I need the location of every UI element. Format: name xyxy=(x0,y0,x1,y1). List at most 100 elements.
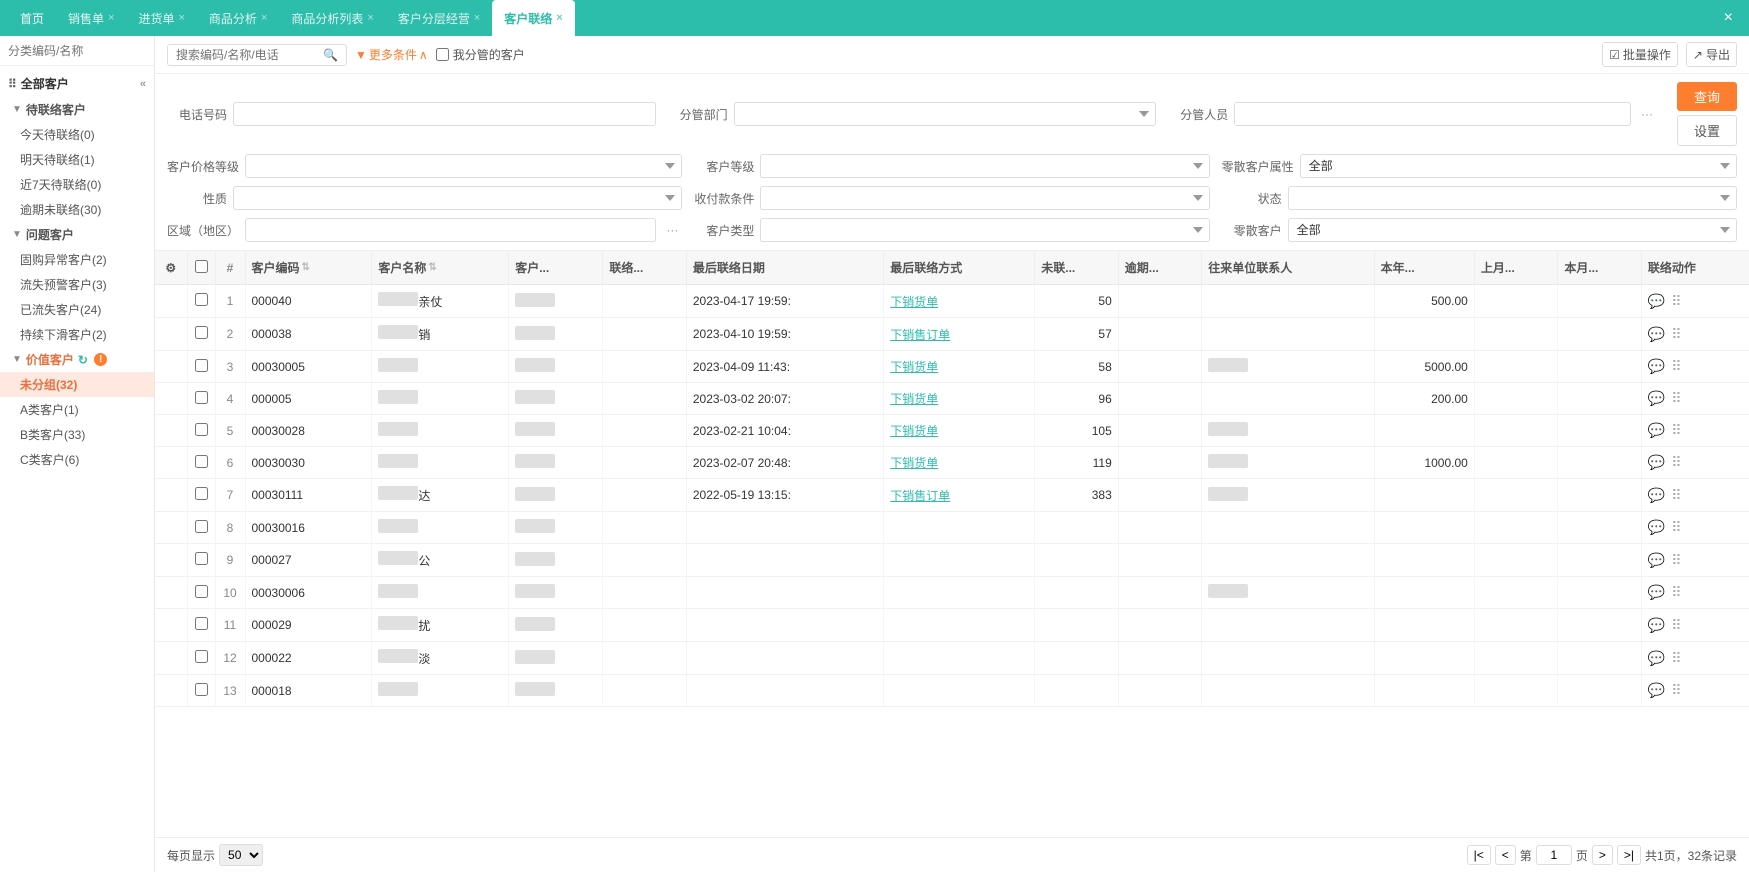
last-method-link[interactable]: 下销货单 xyxy=(890,424,938,438)
sidebar-item-abnormal[interactable]: 固购异常客户(2) xyxy=(0,247,154,272)
sidebar-item-unclassified[interactable]: 未分组(32) xyxy=(0,372,154,397)
last-page-btn[interactable]: >| xyxy=(1617,845,1641,865)
row-checkbox[interactable] xyxy=(195,552,208,565)
more-action-icon[interactable]: ⠿ xyxy=(1671,650,1681,667)
manager-input[interactable] xyxy=(1234,102,1631,126)
row-checkbox-cell[interactable] xyxy=(187,675,215,707)
last-method-link[interactable]: 下销售订单 xyxy=(890,328,950,342)
chat-action-icon[interactable]: 💬 xyxy=(1648,390,1665,407)
price-level-select[interactable] xyxy=(245,154,682,178)
last-method-link[interactable]: 下销货单 xyxy=(890,295,938,309)
col-this-year[interactable]: 本年... xyxy=(1374,251,1474,285)
close-sales-tab[interactable]: × xyxy=(108,12,114,24)
row-checkbox[interactable] xyxy=(195,391,208,404)
row-checkbox[interactable] xyxy=(195,326,208,339)
more-action-icon[interactable]: ⠿ xyxy=(1671,326,1681,343)
dept-select[interactable] xyxy=(734,102,1157,126)
last-method-link[interactable]: 下销货单 xyxy=(890,392,938,406)
row-checkbox[interactable] xyxy=(195,423,208,436)
row-checkbox-cell[interactable] xyxy=(187,415,215,447)
page-input[interactable] xyxy=(1536,845,1572,865)
row-checkbox-cell[interactable] xyxy=(187,318,215,351)
row-checkbox[interactable] xyxy=(195,650,208,663)
main-search-icon[interactable]: 🔍 xyxy=(323,48,338,62)
row-checkbox-cell[interactable] xyxy=(187,642,215,675)
row-checkbox-cell[interactable] xyxy=(187,351,215,383)
more-action-icon[interactable]: ⠿ xyxy=(1671,422,1681,439)
col-this-month[interactable]: 本月... xyxy=(1558,251,1642,285)
last-method-link[interactable]: 下销售订单 xyxy=(890,489,950,503)
chat-action-icon[interactable]: 💬 xyxy=(1648,454,1665,471)
last-method-link[interactable]: 下销货单 xyxy=(890,456,938,470)
tab-product-analysis[interactable]: 商品分析 × xyxy=(197,0,279,36)
row-checkbox-cell[interactable] xyxy=(187,479,215,512)
chat-action-icon[interactable]: 💬 xyxy=(1648,326,1665,343)
more-action-icon[interactable]: ⠿ xyxy=(1671,293,1681,310)
row-checkbox-cell[interactable] xyxy=(187,544,215,577)
row-checkbox-cell[interactable] xyxy=(187,577,215,609)
tab-home[interactable]: 首页 xyxy=(8,0,56,36)
chat-action-icon[interactable]: 💬 xyxy=(1648,487,1665,504)
more-action-icon[interactable]: ⠿ xyxy=(1671,454,1681,471)
col-no-contact[interactable]: 未联... xyxy=(1035,251,1119,285)
per-page-select[interactable]: 50 xyxy=(219,844,263,866)
tab-sales[interactable]: 销售单 × xyxy=(56,0,126,36)
col-last-method[interactable]: 最后联络方式 xyxy=(884,251,1035,285)
tab-purchase[interactable]: 进货单 × xyxy=(126,0,196,36)
col-name[interactable]: 客户名称 ⇅ xyxy=(372,251,509,285)
row-checkbox-cell[interactable] xyxy=(187,609,215,642)
chat-action-icon[interactable]: 💬 xyxy=(1648,358,1665,375)
more-conditions-btn[interactable]: ▼ 更多条件 ∧ xyxy=(355,46,428,63)
chat-action-icon[interactable]: 💬 xyxy=(1648,584,1665,601)
col-code[interactable]: 客户编码 ⇅ xyxy=(245,251,372,285)
sidebar-group-value[interactable]: ▼ 价值客户 ↻ ! xyxy=(0,347,154,372)
close-product-analysis-tab[interactable]: × xyxy=(261,12,267,24)
sidebar-item-tomorrow[interactable]: 明天待联络(1) xyxy=(0,147,154,172)
status-select[interactable] xyxy=(1288,186,1737,210)
row-checkbox[interactable] xyxy=(195,455,208,468)
window-close-button[interactable]: × xyxy=(1716,9,1741,27)
chat-action-icon[interactable]: 💬 xyxy=(1648,650,1665,667)
sidebar-item-flow-warning[interactable]: 流失预警客户(3) xyxy=(0,272,154,297)
sidebar-item-b-class[interactable]: B类客户(33) xyxy=(0,422,154,447)
col-last-date[interactable]: 最后联络日期 xyxy=(686,251,883,285)
more-action-icon[interactable]: ⠿ xyxy=(1671,682,1681,699)
chat-action-icon[interactable]: 💬 xyxy=(1648,617,1665,634)
col-unit-contact[interactable]: 往来单位联系人 xyxy=(1202,251,1374,285)
sidebar-item-7days[interactable]: 近7天待联络(0) xyxy=(0,172,154,197)
row-checkbox[interactable] xyxy=(195,585,208,598)
more-action-icon[interactable]: ⠿ xyxy=(1671,552,1681,569)
more-action-icon[interactable]: ⠿ xyxy=(1671,617,1681,634)
col-overdue[interactable]: 逾期... xyxy=(1118,251,1202,285)
phone-input[interactable] xyxy=(233,102,656,126)
sidebar-item-overdue[interactable]: 逾期未联络(30) xyxy=(0,197,154,222)
batch-operation-btn[interactable]: ☑ 批量操作 xyxy=(1602,42,1678,67)
prev-page-btn[interactable]: < xyxy=(1495,845,1516,865)
next-page-btn[interactable]: > xyxy=(1592,845,1613,865)
more-action-icon[interactable]: ⠿ xyxy=(1671,390,1681,407)
refresh-icon[interactable]: ↻ xyxy=(78,353,88,367)
col-contact[interactable]: 联络... xyxy=(603,251,687,285)
row-checkbox[interactable] xyxy=(195,293,208,306)
sidebar-item-c-class[interactable]: C类客户(6) xyxy=(0,447,154,472)
close-customer-contact-tab[interactable]: × xyxy=(556,12,562,24)
region-dots[interactable]: ··· xyxy=(662,223,682,237)
row-checkbox-cell[interactable] xyxy=(187,285,215,318)
col-type[interactable]: 客户... xyxy=(509,251,603,285)
main-search-input[interactable] xyxy=(176,48,319,62)
manager-dots[interactable]: ··· xyxy=(1637,107,1657,121)
close-customer-segment-tab[interactable]: × xyxy=(474,12,480,24)
first-page-btn[interactable]: |< xyxy=(1467,845,1491,865)
my-customers-checkbox[interactable]: 我分管的客户 xyxy=(436,46,525,63)
more-action-icon[interactable]: ⠿ xyxy=(1671,584,1681,601)
row-checkbox[interactable] xyxy=(195,359,208,372)
row-checkbox[interactable] xyxy=(195,487,208,500)
sidebar-item-no-order[interactable]: 持续下滑客户(2) xyxy=(0,322,154,347)
query-button[interactable]: 查询 xyxy=(1677,82,1737,111)
more-action-icon[interactable]: ⠿ xyxy=(1671,487,1681,504)
row-checkbox-cell[interactable] xyxy=(187,447,215,479)
row-checkbox-cell[interactable] xyxy=(187,512,215,544)
chat-action-icon[interactable]: 💬 xyxy=(1648,422,1665,439)
reset-button[interactable]: 设置 xyxy=(1677,115,1737,146)
more-action-icon[interactable]: ⠿ xyxy=(1671,358,1681,375)
